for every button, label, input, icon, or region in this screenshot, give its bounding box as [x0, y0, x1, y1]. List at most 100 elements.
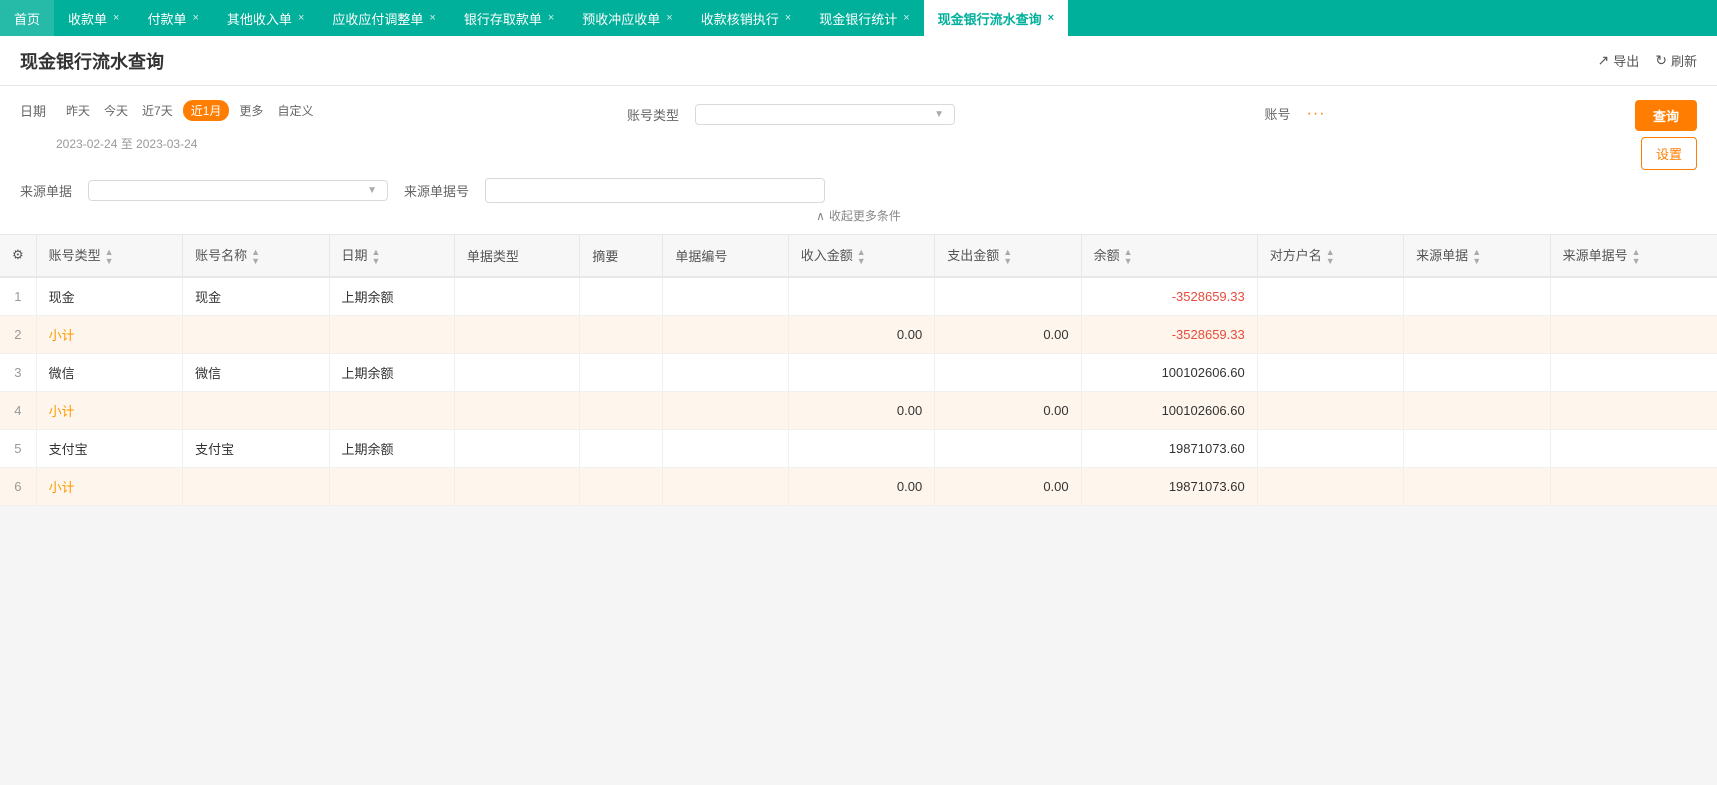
refresh-label: 刷新: [1671, 51, 1697, 70]
cell-num: 4: [0, 391, 36, 429]
th-expense[interactable]: 支出金额▲▼: [935, 235, 1081, 277]
cell-counterpart: [1257, 391, 1403, 429]
nav-bank-deposit-label: 银行存取款单: [464, 9, 542, 28]
nav-collection[interactable]: 收款核销执行 ×: [687, 0, 805, 36]
cell-expense: 0.00: [935, 391, 1081, 429]
table-row: 2小计0.000.00-3528659.33: [0, 315, 1717, 353]
nav-collection-close[interactable]: ×: [785, 12, 791, 24]
cell-source-doc-no: [1550, 391, 1717, 429]
cell-account-type: 小计: [36, 467, 182, 505]
cell-balance: 100102606.60: [1081, 391, 1257, 429]
cell-source-doc: [1404, 467, 1550, 505]
collapse-row: ∧ 收起更多条件: [20, 207, 1697, 224]
cell-account-name: [183, 467, 329, 505]
cell-account-type: 现金: [36, 277, 182, 316]
cell-doc-type: [454, 391, 579, 429]
account-label: 账号: [1264, 104, 1290, 123]
date-opt-yesterday[interactable]: 昨天: [62, 100, 94, 121]
collapse-button[interactable]: ∧ 收起更多条件: [816, 207, 901, 224]
table-header-row: ⚙ 账号类型▲▼ 账号名称▲▼ 日期▲▼ 单据类型 摘要 单据编号 收入金额▲▼: [0, 235, 1717, 277]
cell-doc-type: [454, 467, 579, 505]
cell-source-doc-no: [1550, 315, 1717, 353]
nav-bank-deposit[interactable]: 银行存取款单 ×: [450, 0, 568, 36]
refresh-button[interactable]: ↻ 刷新: [1655, 51, 1697, 70]
cell-doc-no: [663, 429, 788, 467]
date-opt-1month[interactable]: 近1月: [183, 100, 230, 121]
date-label: 日期: [20, 101, 46, 120]
source-doc-select[interactable]: ▼: [88, 180, 388, 201]
cell-source-doc: [1404, 315, 1550, 353]
cell-expense: [935, 353, 1081, 391]
export-button[interactable]: ↗ 导出: [1598, 51, 1640, 70]
nav-cash-flow[interactable]: 现金银行流水查询 ×: [924, 0, 1068, 36]
cell-balance: -3528659.33: [1081, 277, 1257, 316]
th-counterpart[interactable]: 对方户名▲▼: [1257, 235, 1403, 277]
collapse-label: 收起更多条件: [829, 207, 901, 224]
cell-income: [788, 353, 934, 391]
date-opt-custom[interactable]: 自定义: [273, 100, 317, 121]
refresh-icon: ↻: [1655, 52, 1667, 69]
cell-doc-no: [663, 391, 788, 429]
nav-cash-stats-label: 现金银行统计: [819, 9, 897, 28]
nav-adjustment[interactable]: 应收应付调整单 ×: [318, 0, 449, 36]
cell-date: 上期余额: [329, 353, 454, 391]
th-income[interactable]: 收入金额▲▼: [788, 235, 934, 277]
th-balance[interactable]: 余额▲▼: [1081, 235, 1257, 277]
th-date[interactable]: 日期▲▼: [329, 235, 454, 277]
nav-other-income[interactable]: 其他收入单 ×: [213, 0, 318, 36]
nav-prepay-close[interactable]: ×: [666, 12, 672, 24]
date-opt-7days[interactable]: 近7天: [138, 100, 177, 121]
account-dots[interactable]: ···: [1306, 105, 1325, 123]
cell-num: 6: [0, 467, 36, 505]
nav-cash-stats[interactable]: 现金银行统计 ×: [805, 0, 923, 36]
cell-summary: [580, 353, 663, 391]
cell-balance: -3528659.33: [1081, 315, 1257, 353]
date-opt-more[interactable]: 更多: [235, 100, 267, 121]
cell-balance: 19871073.60: [1081, 429, 1257, 467]
source-doc-no-label: 来源单据号: [404, 181, 469, 200]
cell-expense: 0.00: [935, 467, 1081, 505]
nav-adjustment-close[interactable]: ×: [429, 12, 435, 24]
th-source-doc[interactable]: 来源单据▲▼: [1404, 235, 1550, 277]
cell-expense: 0.00: [935, 315, 1081, 353]
cell-source-doc-no: [1550, 277, 1717, 316]
nav-adjustment-label: 应收应付调整单: [332, 9, 423, 28]
collapse-icon: ∧: [816, 209, 825, 223]
cell-date: 上期余额: [329, 277, 454, 316]
cell-balance: 100102606.60: [1081, 353, 1257, 391]
account-type-select[interactable]: ▼: [695, 104, 955, 125]
cell-doc-type: [454, 429, 579, 467]
nav-prepay[interactable]: 预收冲应收单 ×: [568, 0, 686, 36]
account-type-chevron: ▼: [934, 109, 944, 120]
source-doc-no-input[interactable]: [485, 178, 825, 203]
top-navigation: 首页 收款单 × 付款单 × 其他收入单 × 应收应付调整单 × 银行存取款单 …: [0, 0, 1717, 36]
cell-source-doc: [1404, 391, 1550, 429]
nav-payments-close[interactable]: ×: [192, 12, 198, 24]
cell-source-doc: [1404, 277, 1550, 316]
query-button[interactable]: 查询: [1635, 100, 1697, 131]
table-row: 4小计0.000.00100102606.60: [0, 391, 1717, 429]
th-account-name[interactable]: 账号名称▲▼: [183, 235, 329, 277]
account-type-label: 账号类型: [627, 105, 679, 124]
cell-num: 5: [0, 429, 36, 467]
cell-account-type: 小计: [36, 315, 182, 353]
nav-bank-deposit-close[interactable]: ×: [548, 12, 554, 24]
right-buttons: 查询 设置: [1635, 100, 1697, 170]
cell-summary: [580, 315, 663, 353]
nav-payments[interactable]: 付款单 ×: [133, 0, 212, 36]
settings-button[interactable]: 设置: [1641, 137, 1697, 170]
nav-home[interactable]: 首页: [0, 0, 54, 36]
date-opt-today[interactable]: 今天: [100, 100, 132, 121]
cell-doc-no: [663, 315, 788, 353]
nav-other-income-close[interactable]: ×: [298, 12, 304, 24]
th-source-doc-no[interactable]: 来源单据号▲▼: [1550, 235, 1717, 277]
nav-cash-flow-close[interactable]: ×: [1048, 12, 1054, 24]
cell-account-name: 现金: [183, 277, 329, 316]
th-account-type[interactable]: 账号类型▲▼: [36, 235, 182, 277]
nav-receipts-close[interactable]: ×: [113, 12, 119, 24]
cell-account-name: [183, 315, 329, 353]
th-gear[interactable]: ⚙: [0, 235, 36, 277]
nav-cash-stats-close[interactable]: ×: [903, 12, 909, 24]
nav-receipts[interactable]: 收款单 ×: [54, 0, 133, 36]
cell-num: 1: [0, 277, 36, 316]
